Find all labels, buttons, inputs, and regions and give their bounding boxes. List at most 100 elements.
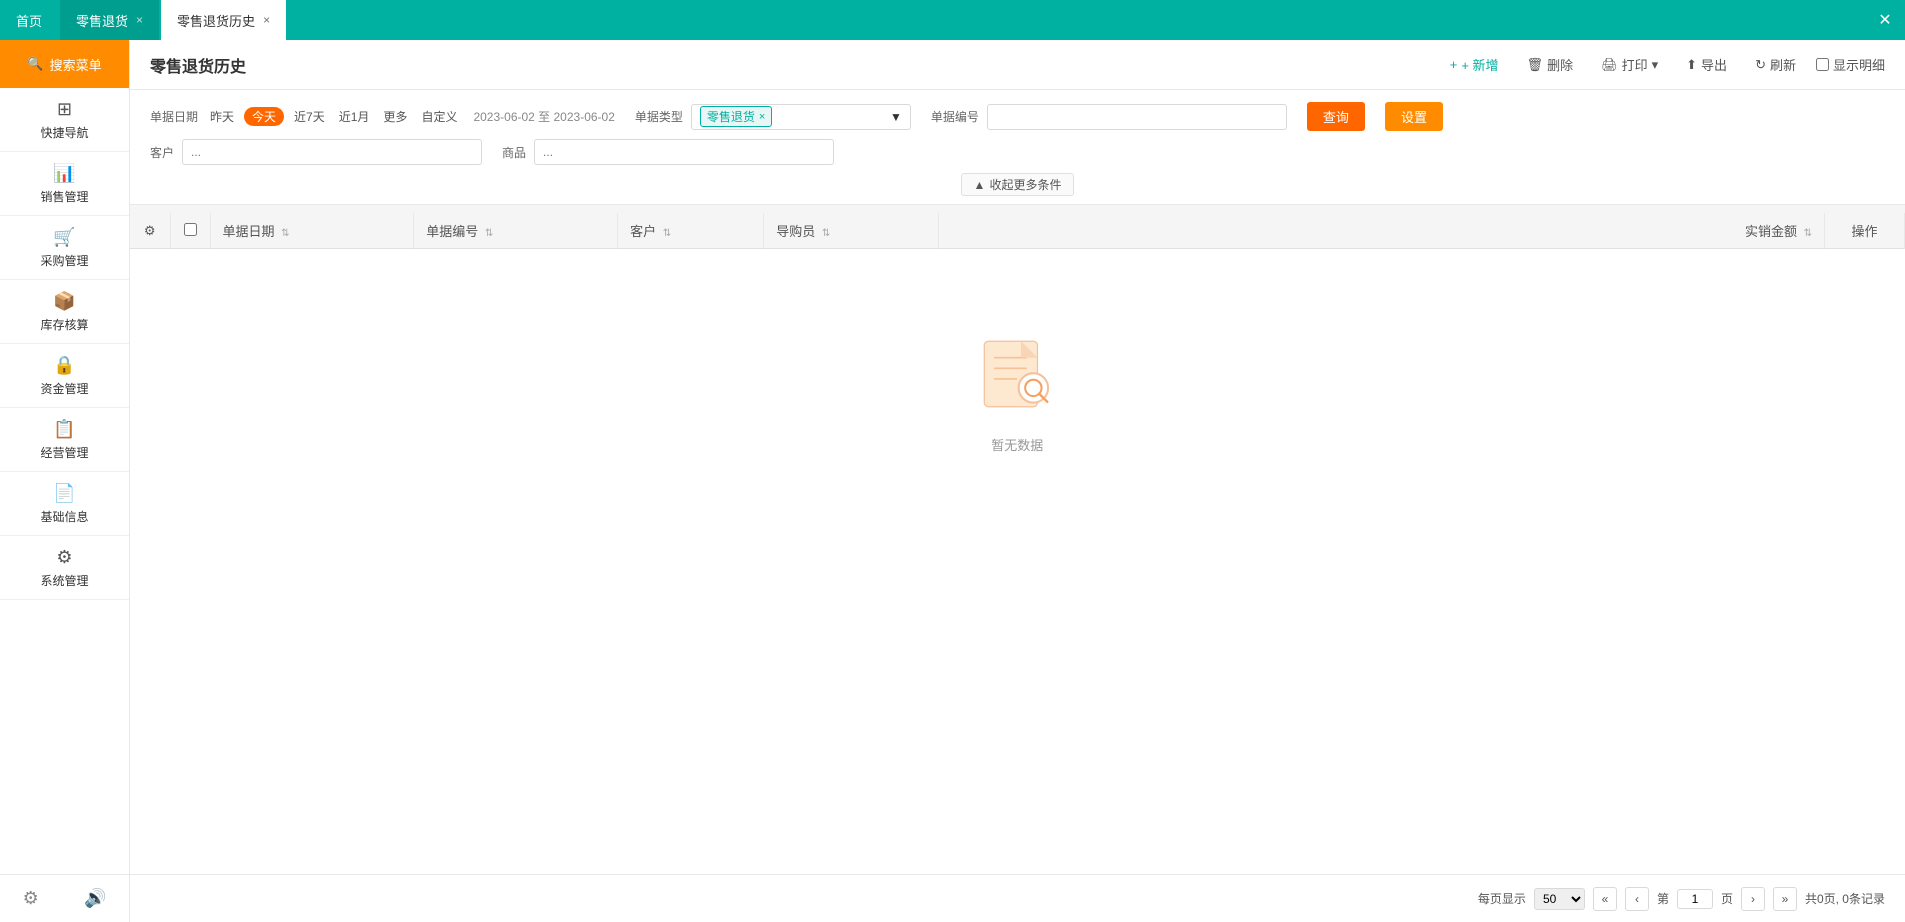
customer-input[interactable] [182,139,482,165]
th-amount-label: 实销金额 [1745,224,1797,239]
sidebar-audio-icon[interactable]: 🔊 [84,888,106,909]
date-sort-icon[interactable]: ⇅ [281,228,289,239]
delete-button-label: 删除 [1547,55,1573,74]
search-icon: 🔍 [27,56,43,72]
sidebar-item-quick-nav[interactable]: ⊞ 快捷导航 [0,88,129,152]
customer-sort-icon[interactable]: ⇅ [663,228,671,239]
th-action: 操作 [1825,213,1905,249]
per-page-label: 每页显示 [1478,890,1526,907]
query-button[interactable]: 查询 [1307,102,1365,131]
goods-filter: 商品 [502,139,834,165]
goods-input[interactable] [534,139,834,165]
sidebar-item-finance-mgmt-label: 资金管理 [40,380,88,397]
th-guide: 导购员 ⇅ [764,213,939,249]
number-sort-icon[interactable]: ⇅ [485,228,493,239]
data-table: ⚙ 单据日期 ⇅ 单据编号 ⇅ [130,213,1905,534]
sales-mgmt-icon: 📊 [53,163,75,184]
date-shortcut-today[interactable]: 今天 [244,107,284,126]
sidebar-item-finance-mgmt[interactable]: 🔒 资金管理 [0,344,129,408]
column-settings-icon[interactable]: ⚙ [144,223,156,238]
refresh-button[interactable]: ↻ 刷新 [1747,51,1804,78]
basic-info-icon: 📄 [53,483,75,504]
delete-icon: 🗑 [1527,57,1544,73]
sidebar-item-operation-mgmt-label: 经营管理 [40,444,88,461]
first-page-button[interactable]: « [1593,887,1617,911]
date-shortcut-1month[interactable]: 近1月 [335,107,374,126]
date-shortcut-yesterday[interactable]: 昨天 [206,107,238,126]
tab-retail-return-history-close[interactable]: × [263,13,270,27]
sidebar-item-sales-mgmt[interactable]: 📊 销售管理 [0,152,129,216]
th-date-label: 单据日期 [223,224,275,239]
sidebar-item-purchase-mgmt[interactable]: 🛒 采购管理 [0,216,129,280]
refresh-button-label: 刷新 [1770,55,1796,74]
page-title: 零售退货历史 [150,53,1442,77]
next-page-button[interactable]: › [1741,887,1765,911]
sidebar-search-label: 搜索菜单 [50,55,102,74]
type-tag-close[interactable]: × [759,111,765,123]
total-info: 共0页, 0条记录 [1805,890,1885,907]
th-settings[interactable]: ⚙ [130,213,170,249]
tab-retail-return-history[interactable]: 零售退货历史 × [161,0,286,40]
delete-button[interactable]: 🗑 删除 [1519,51,1582,78]
tab-home-label: 首页 [16,11,42,30]
print-button[interactable]: 🖨 打印 ▾ [1593,51,1666,78]
sidebar-settings-icon[interactable]: ⚙ [23,888,39,909]
date-shortcut-more[interactable]: 更多 [379,107,411,126]
show-detail-label: 显示明细 [1833,55,1885,74]
refresh-icon: ↻ [1755,57,1766,73]
inventory-icon: 📦 [53,291,75,312]
last-page-button[interactable]: » [1773,887,1797,911]
filter-row-1: 单据日期 昨天 今天 近7天 近1月 更多 自定义 2023-06-02 至 2… [150,102,1885,131]
tab-home[interactable]: 首页 [0,0,58,40]
sidebar-search[interactable]: 🔍 搜索菜单 [0,40,129,88]
empty-cell: 暂无数据 [130,249,1905,535]
per-page-select[interactable]: 50 10 20 100 [1534,888,1585,910]
th-number-label: 单据编号 [426,224,478,239]
th-checkbox [170,213,210,249]
filter-collapse-button[interactable]: ▲ 收起更多条件 [961,173,1075,196]
show-detail-checkbox[interactable] [1816,58,1829,71]
sidebar-item-inventory-label: 库存核算 [40,316,88,333]
th-customer-label: 客户 [630,224,656,239]
filter-settings-button[interactable]: 设置 [1385,102,1443,131]
quick-nav-icon: ⊞ [57,99,72,120]
type-select[interactable]: 零售退货 × ▼ [691,104,911,130]
sidebar-item-system-mgmt[interactable]: ⚙ 系统管理 [0,536,129,600]
date-label: 单据日期 [150,108,198,125]
number-label: 单据编号 [931,108,979,125]
type-tag-value: 零售退货 [707,108,755,125]
th-amount: 实销金额 ⇅ [939,213,1825,249]
tab-retail-return[interactable]: 零售退货 × [60,0,159,40]
tab-retail-return-label: 零售退货 [76,11,128,30]
number-input[interactable] [987,104,1287,130]
sidebar: 🔍 搜索菜单 ⊞ 快捷导航 📊 销售管理 🛒 采购管理 📦 库存核算 🔒 资金管… [0,40,130,922]
date-filter: 单据日期 昨天 今天 近7天 近1月 更多 自定义 2023-06-02 至 2… [150,107,615,126]
tab-retail-return-close[interactable]: × [136,13,143,27]
select-all-checkbox[interactable] [184,223,197,236]
pagination-bar: 每页显示 50 10 20 100 « ‹ 第 页 › » 共0页, 0条记录 [130,874,1905,922]
operation-mgmt-icon: 📋 [53,419,75,440]
purchase-mgmt-icon: 🛒 [53,227,75,248]
window-close-button[interactable]: ✕ [1865,0,1905,40]
guide-sort-icon[interactable]: ⇅ [822,228,830,239]
main-layout: 🔍 搜索菜单 ⊞ 快捷导航 📊 销售管理 🛒 采购管理 📦 库存核算 🔒 资金管… [0,40,1905,922]
filter-expand-row: ▲ 收起更多条件 [150,173,1885,196]
sidebar-item-basic-info-label: 基础信息 [40,508,88,525]
amount-sort-icon[interactable]: ⇅ [1804,228,1812,239]
date-shortcut-7days[interactable]: 近7天 [290,107,329,126]
new-button[interactable]: + + 新增 [1442,51,1507,78]
sidebar-item-sales-mgmt-label: 销售管理 [40,188,88,205]
sidebar-item-system-mgmt-label: 系统管理 [40,572,88,589]
sidebar-item-operation-mgmt[interactable]: 📋 经营管理 [0,408,129,472]
page-input[interactable] [1677,889,1713,909]
number-filter: 单据编号 [931,104,1287,130]
date-shortcut-custom[interactable]: 自定义 [417,107,461,126]
sidebar-bottom: ⚙ 🔊 [0,874,129,922]
empty-state: 暂无数据 [130,249,1905,534]
table-header: ⚙ 单据日期 ⇅ 单据编号 ⇅ [130,213,1905,249]
export-button[interactable]: ⬆ 导出 [1678,51,1735,78]
content-area: 零售退货历史 + + 新增 🗑 删除 🖨 打印 ▾ ⬆ 导出 [130,40,1905,922]
sidebar-item-inventory[interactable]: 📦 库存核算 [0,280,129,344]
sidebar-item-basic-info[interactable]: 📄 基础信息 [0,472,129,536]
prev-page-button[interactable]: ‹ [1625,887,1649,911]
